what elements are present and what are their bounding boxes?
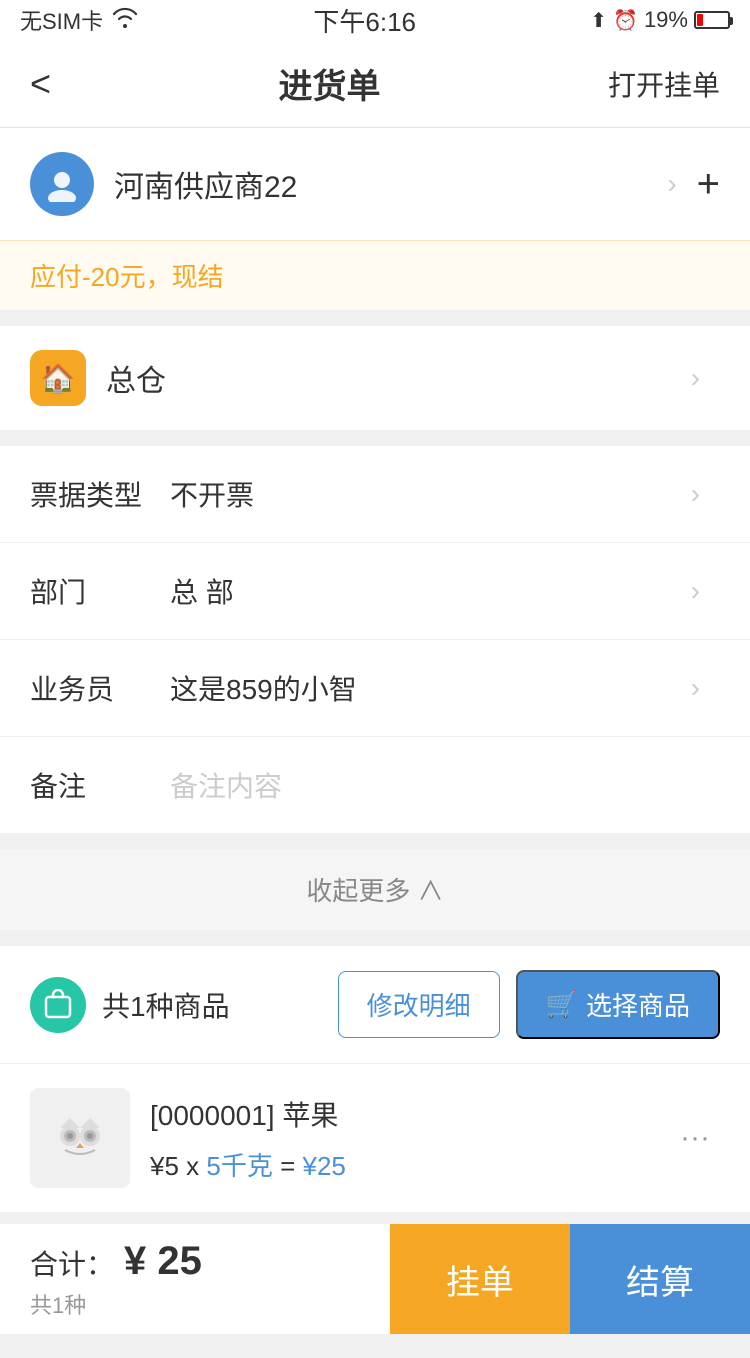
products-icon bbox=[30, 977, 86, 1033]
product-code: [0000001] bbox=[150, 1100, 282, 1131]
product-price: ¥5 x bbox=[150, 1151, 206, 1181]
product-thumbnail-inner bbox=[40, 1098, 120, 1178]
more-button[interactable]: ··· bbox=[670, 1111, 720, 1165]
products-header: 共1种商品 修改明细 🛒 选择商品 bbox=[0, 946, 750, 1064]
salesman-value: 这是859的小智 bbox=[170, 668, 691, 708]
total-label: 合计： bbox=[30, 1243, 114, 1283]
page-title: 进货单 bbox=[279, 59, 381, 108]
select-product-button[interactable]: 🛒 选择商品 bbox=[516, 970, 720, 1039]
battery-icon bbox=[694, 11, 730, 29]
hang-button[interactable]: 挂单 bbox=[390, 1224, 570, 1334]
edit-detail-button[interactable]: 修改明细 bbox=[338, 971, 500, 1038]
add-button[interactable]: + bbox=[697, 162, 720, 207]
warehouse-row[interactable]: 🏠 总仓 › bbox=[0, 326, 750, 430]
wifi-icon bbox=[111, 6, 139, 34]
checkout-button[interactable]: 结算 bbox=[570, 1224, 750, 1334]
invoice-chevron-icon: › bbox=[691, 478, 700, 510]
product-item: [0000001] 苹果 ¥5 x 5千克 = ¥25 ··· bbox=[0, 1064, 750, 1212]
product-name: [0000001] 苹果 bbox=[150, 1094, 650, 1134]
status-left: 无SIM卡 bbox=[20, 4, 139, 36]
remark-label: 备注 bbox=[30, 765, 170, 805]
select-product-label: 选择商品 bbox=[586, 986, 690, 1023]
back-button[interactable]: < bbox=[30, 63, 51, 105]
products-section: 共1种商品 修改明细 🛒 选择商品 bbox=[0, 946, 750, 1212]
product-title: 苹果 bbox=[282, 1100, 338, 1131]
product-thumbnail bbox=[30, 1088, 130, 1188]
invoice-value: 不开票 bbox=[170, 474, 691, 514]
product-quantity: 5千克 bbox=[206, 1151, 272, 1181]
total-main: 合计： ¥ 25 bbox=[30, 1239, 360, 1284]
warehouse-icon: 🏠 bbox=[30, 350, 86, 406]
invoice-row[interactable]: 票据类型 不开票 › bbox=[0, 446, 750, 542]
remark-input[interactable]: 备注内容 bbox=[170, 765, 720, 805]
warehouse-chevron-icon: › bbox=[691, 362, 700, 394]
supplier-chevron-icon: › bbox=[667, 168, 676, 200]
invoice-label: 票据类型 bbox=[30, 474, 170, 514]
nav-bar: < 进货单 打开挂单 bbox=[0, 40, 750, 128]
warehouse-section: 🏠 总仓 › bbox=[0, 326, 750, 430]
salesman-row[interactable]: 业务员 这是859的小智 › bbox=[0, 639, 750, 736]
battery-percent: 19% bbox=[644, 7, 688, 33]
supplier-avatar bbox=[30, 152, 94, 216]
products-count: 共1种商品 bbox=[102, 985, 322, 1025]
remark-row[interactable]: 备注 备注内容 bbox=[0, 736, 750, 833]
dept-value: 总 部 bbox=[170, 571, 691, 611]
salesman-label: 业务员 bbox=[30, 668, 170, 708]
location-icon: ⬆ bbox=[590, 8, 607, 33]
supplier-row[interactable]: 河南供应商22 › + bbox=[0, 128, 750, 240]
select-product-icon: 🛒 bbox=[546, 989, 578, 1020]
dept-label: 部门 bbox=[30, 571, 170, 611]
product-calc: ¥5 x 5千克 = ¥25 bbox=[150, 1146, 650, 1183]
status-bar: 无SIM卡 下午6:16 ⬆ ⏰ 19% bbox=[0, 0, 750, 40]
carrier-label: 无SIM卡 bbox=[20, 4, 103, 36]
salesman-chevron-icon: › bbox=[691, 672, 700, 704]
form-section: 票据类型 不开票 › 部门 总 部 › 业务员 这是859的小智 › 备注 备注… bbox=[0, 446, 750, 833]
product-equals: = bbox=[280, 1151, 302, 1181]
status-right: ⬆ ⏰ 19% bbox=[590, 7, 730, 33]
supplier-name: 河南供应商22 bbox=[114, 162, 667, 206]
warehouse-name: 总仓 bbox=[106, 356, 691, 400]
product-total: ¥25 bbox=[303, 1151, 346, 1181]
supplier-section: 河南供应商22 › + 应付-20元，现结 bbox=[0, 128, 750, 310]
total-sub: 共1种 bbox=[30, 1288, 360, 1320]
product-info: [0000001] 苹果 ¥5 x 5千克 = ¥25 bbox=[150, 1094, 650, 1183]
main-content: 河南供应商22 › + 应付-20元，现结 🏠 总仓 › 票据类型 不开票 › … bbox=[0, 128, 750, 1358]
bottom-bar: 合计： ¥ 25 共1种 挂单 结算 bbox=[0, 1224, 750, 1334]
total-area: 合计： ¥ 25 共1种 bbox=[0, 1239, 390, 1320]
supplier-notice: 应付-20元，现结 bbox=[0, 240, 750, 310]
dept-chevron-icon: › bbox=[691, 575, 700, 607]
open-hang-button[interactable]: 打开挂单 bbox=[608, 64, 720, 104]
collapse-label: 收起更多 ∧ bbox=[306, 871, 443, 908]
alarm-icon: ⏰ bbox=[613, 8, 638, 33]
dept-row[interactable]: 部门 总 部 › bbox=[0, 542, 750, 639]
collapse-row[interactable]: 收起更多 ∧ bbox=[0, 849, 750, 930]
status-time: 下午6:16 bbox=[313, 2, 416, 39]
total-amount: ¥ 25 bbox=[124, 1239, 202, 1284]
